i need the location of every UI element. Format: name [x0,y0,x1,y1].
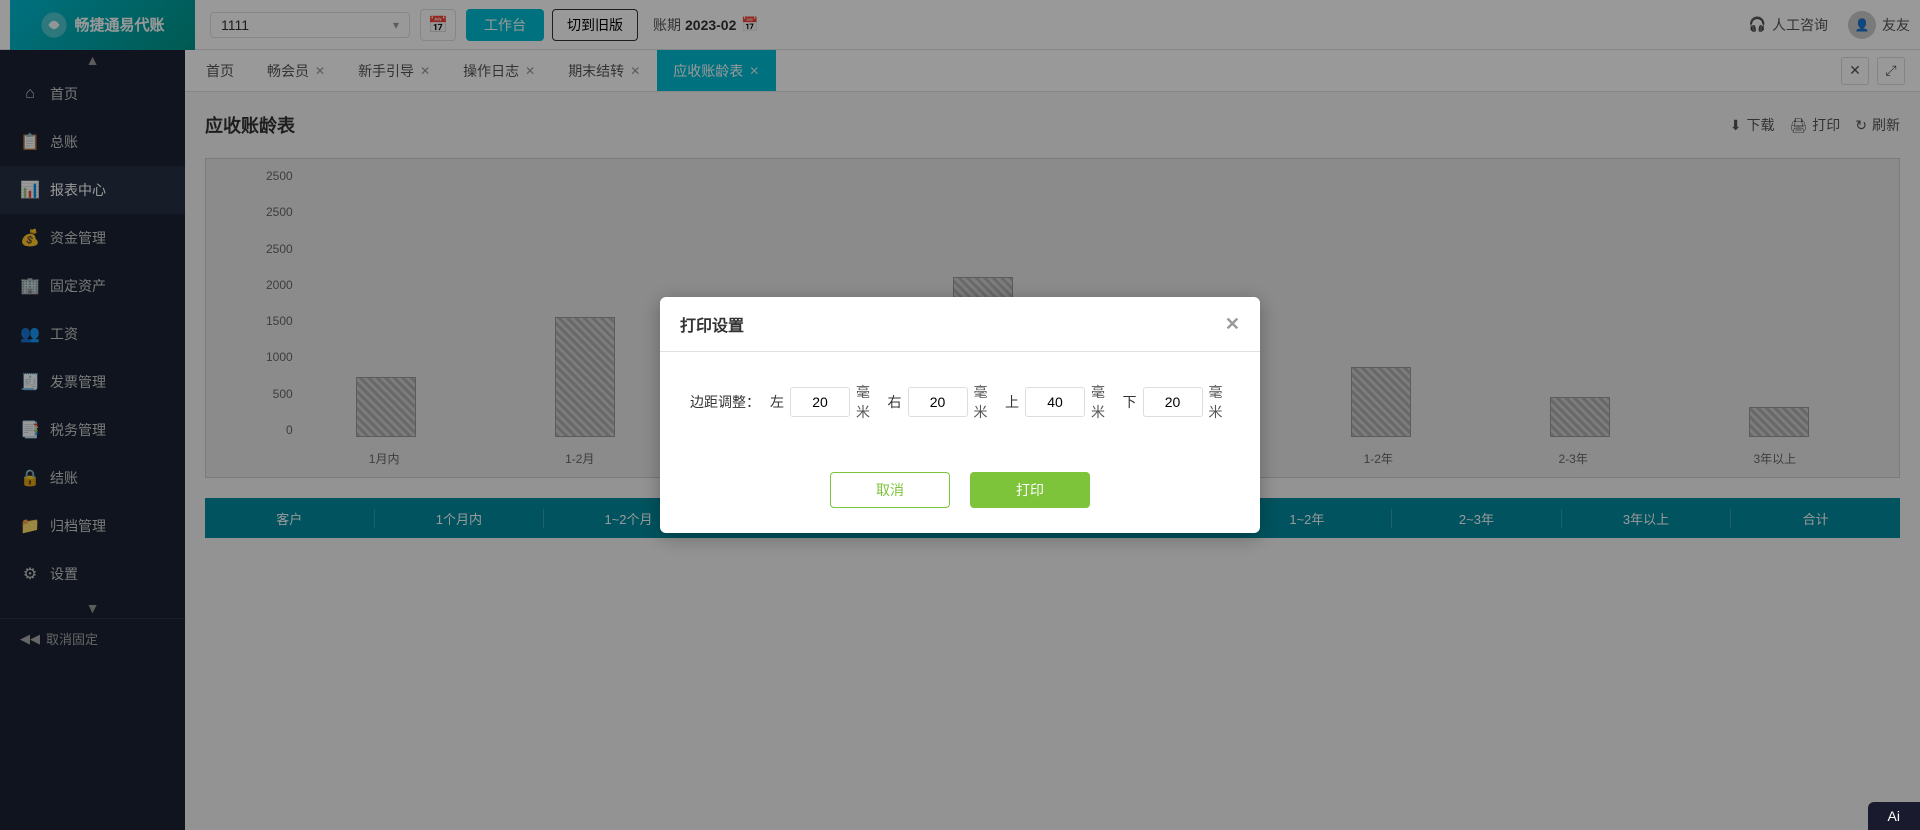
right-margin-unit: 毫米 [974,382,996,422]
left-dir-label: 左 [770,392,784,412]
right-margin-input[interactable] [908,387,968,417]
left-margin-group: 左 毫米 [770,382,878,422]
dialog-body: 边距调整： 左 毫米 右 毫米 上 毫米 下 [660,352,1260,472]
bottom-margin-unit: 毫米 [1209,382,1231,422]
right-dir-label: 右 [888,392,902,412]
margin-label: 边距调整： [690,392,760,412]
bottom-dir-label: 下 [1123,392,1137,412]
left-margin-input[interactable] [790,387,850,417]
modal-overlay: 打印设置 ✕ 边距调整： 左 毫米 右 毫米 上 毫米 [0,0,1920,830]
dialog-title: 打印设置 [680,312,744,336]
cancel-button[interactable]: 取消 [830,472,950,508]
margin-row: 边距调整： 左 毫米 右 毫米 上 毫米 下 [690,382,1230,422]
bottom-margin-input[interactable] [1143,387,1203,417]
ai-label[interactable]: Ai [1868,802,1920,830]
top-margin-input[interactable] [1025,387,1085,417]
dialog-close-button[interactable]: ✕ [1225,314,1240,335]
dialog-header: 打印设置 ✕ [660,297,1260,352]
ai-label-text: Ai [1888,808,1900,824]
print-settings-dialog: 打印设置 ✕ 边距调整： 左 毫米 右 毫米 上 毫米 [660,297,1260,533]
left-margin-unit: 毫米 [856,382,878,422]
right-margin-group: 右 毫米 [888,382,996,422]
top-margin-group: 上 毫米 [1005,382,1113,422]
confirm-print-button[interactable]: 打印 [970,472,1090,508]
top-margin-unit: 毫米 [1091,382,1113,422]
bottom-margin-group: 下 毫米 [1123,382,1231,422]
top-dir-label: 上 [1005,392,1019,412]
dialog-footer: 取消 打印 [660,472,1260,533]
